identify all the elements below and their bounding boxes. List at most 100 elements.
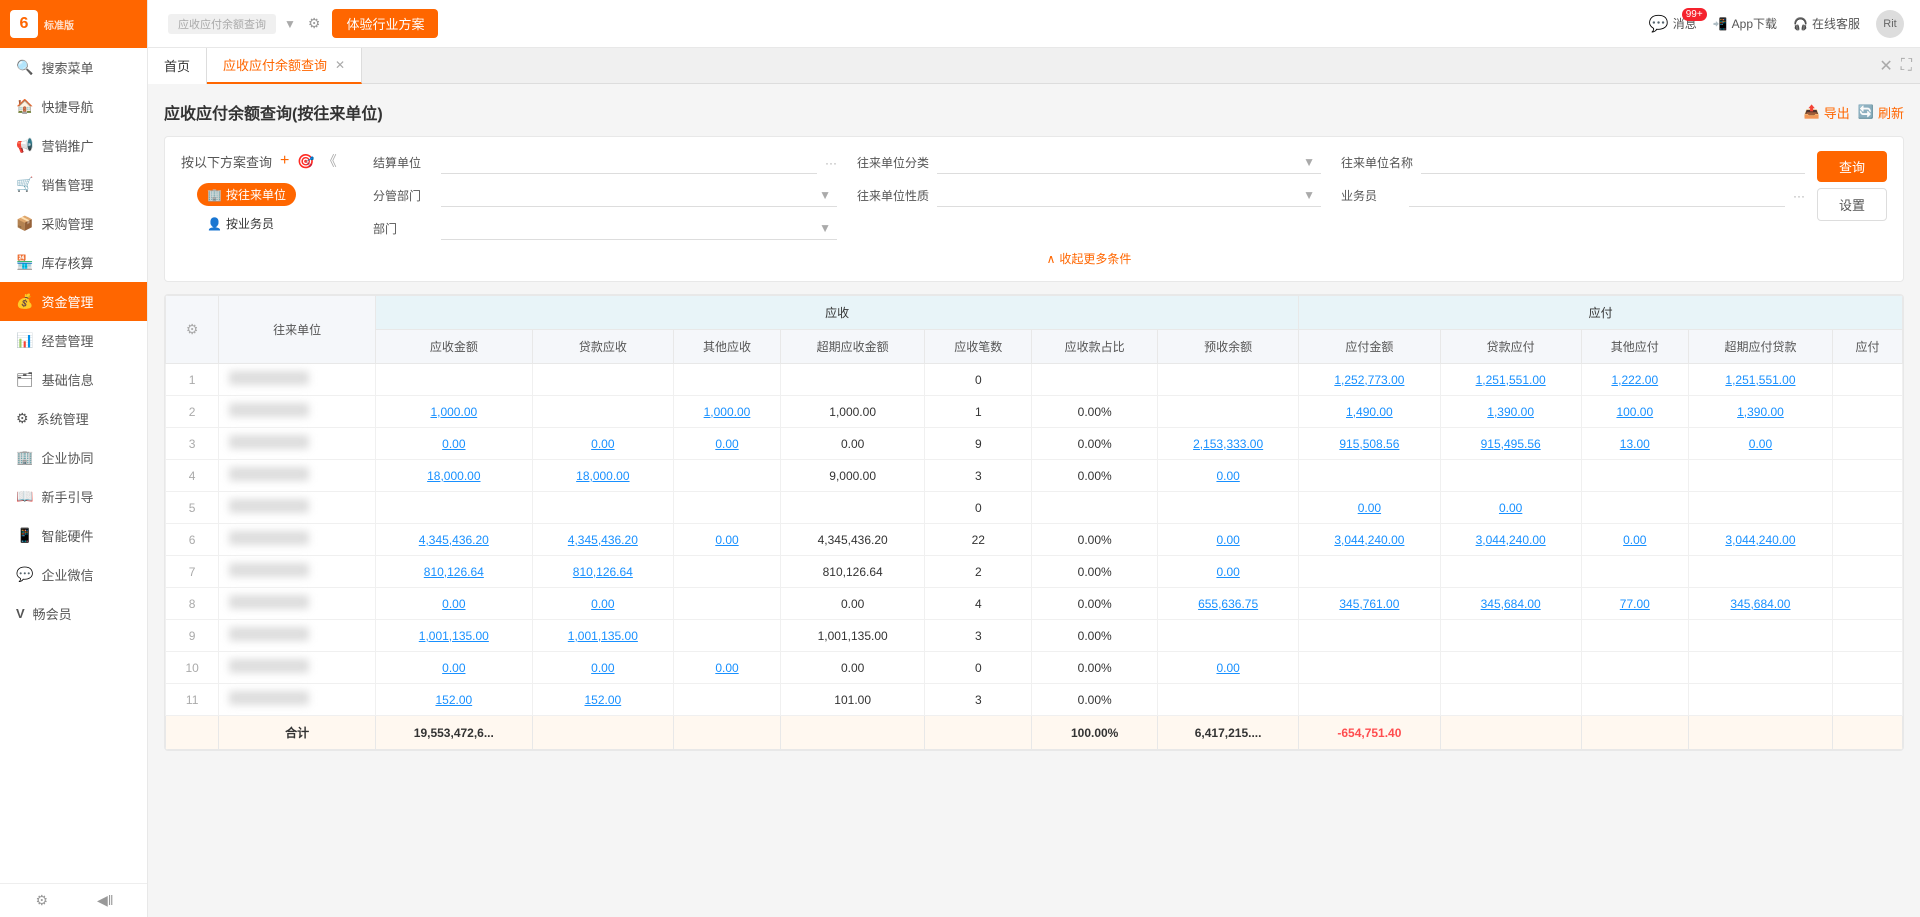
filter-settings-icon[interactable]: 🎯 xyxy=(297,153,314,170)
cell-cqyfdk[interactable]: 345,684.00 xyxy=(1688,588,1832,620)
setting-button[interactable]: 设置 xyxy=(1817,188,1887,221)
tab-close-window-icon[interactable]: ✕ xyxy=(1879,56,1892,76)
cell-dkys[interactable]: 1,001,135.00 xyxy=(532,620,673,652)
jsdw-dots-btn[interactable]: ··· xyxy=(825,156,837,170)
cell-yxye[interactable]: 2,153,333.00 xyxy=(1157,428,1298,460)
sidebar-item-vip[interactable]: V 畅会员 xyxy=(0,594,147,633)
scheme-by-partner[interactable]: 🏢 按往来单位 xyxy=(197,183,296,206)
ywy-dots-btn[interactable]: ··· xyxy=(1793,189,1805,203)
cell-ysjed[interactable]: 18,000.00 xyxy=(375,460,532,492)
tab-home[interactable]: 首页 xyxy=(148,48,207,84)
cell-yfje[interactable]: 0.00 xyxy=(1299,492,1440,524)
cell-dkyf[interactable]: 915,495.56 xyxy=(1440,428,1581,460)
cell-yfje[interactable]: 1,490.00 xyxy=(1299,396,1440,428)
cell-yfje[interactable]: 345,761.00 xyxy=(1299,588,1440,620)
cell-qtys[interactable]: 0.00 xyxy=(673,428,780,460)
sidebar-item-guide[interactable]: 📖 新手引导 xyxy=(0,477,147,516)
cell-yxye[interactable]: 0.00 xyxy=(1157,652,1298,684)
cell-qtys[interactable]: 0.00 xyxy=(673,652,780,684)
cell-dkys[interactable]: 4,345,436.20 xyxy=(532,524,673,556)
sidebar-collapse-btn[interactable]: ◀‖ xyxy=(74,892,138,909)
sidebar-item-search[interactable]: 🔍 搜索菜单 xyxy=(0,48,147,87)
select-lwdwxz[interactable]: ▼ xyxy=(937,184,1321,207)
collapse-button[interactable]: ∧ 收起更多条件 xyxy=(1047,250,1132,267)
cell-dkys[interactable]: 0.00 xyxy=(532,588,673,620)
tab-arbalance[interactable]: 应收应付余额查询 ✕ xyxy=(207,48,362,84)
cell-cqyfdk[interactable]: 1,390.00 xyxy=(1688,396,1832,428)
cell-dkyf[interactable]: 1,390.00 xyxy=(1440,396,1581,428)
cell-dkyf[interactable]: 345,684.00 xyxy=(1440,588,1581,620)
cell-ysjed[interactable]: 4,345,436.20 xyxy=(375,524,532,556)
sidebar-item-quicknav[interactable]: 🏠 快捷导航 xyxy=(0,87,147,126)
cell-dkyf[interactable]: 3,044,240.00 xyxy=(1440,524,1581,556)
cell-cqyfdk[interactable]: 3,044,240.00 xyxy=(1688,524,1832,556)
online-service-button[interactable]: 🎧 在线客服 xyxy=(1793,15,1860,32)
input-lwdwmc[interactable] xyxy=(1421,151,1805,174)
cell-dkys[interactable]: 18,000.00 xyxy=(532,460,673,492)
cell-qtys[interactable]: 1,000.00 xyxy=(673,396,780,428)
message-button[interactable]: 💬 消息 99+ xyxy=(1649,14,1697,34)
select-bm[interactable]: ▼ xyxy=(441,217,837,240)
input-jsdw[interactable] xyxy=(441,152,817,174)
sidebar-settings-btn[interactable]: ⚙ xyxy=(10,892,74,909)
select-fgbm[interactable]: ▼ xyxy=(441,184,837,207)
cell-ysjed[interactable]: 0.00 xyxy=(375,428,532,460)
cell-dkyf[interactable]: 0.00 xyxy=(1440,492,1581,524)
cell-ysjed[interactable]: 0.00 xyxy=(375,588,532,620)
cell-ysjed[interactable]: 1,001,135.00 xyxy=(375,620,532,652)
query-button[interactable]: 查询 xyxy=(1817,151,1887,182)
cell-ysjed[interactable]: 810,126.64 xyxy=(375,556,532,588)
footer-ysjed[interactable]: 19,553,472,6... xyxy=(375,716,532,750)
cell-ysjed[interactable]: 1,000.00 xyxy=(375,396,532,428)
refresh-button[interactable]: 🔄 刷新 xyxy=(1858,103,1904,122)
cell-dkyf[interactable]: 1,251,551.00 xyxy=(1440,364,1581,396)
cell-qtyf[interactable]: 77.00 xyxy=(1581,588,1688,620)
cell-qtyf[interactable]: 100.00 xyxy=(1581,396,1688,428)
sidebar-item-inventory[interactable]: 🏪 库存核算 xyxy=(0,243,147,282)
cell-qtyf[interactable]: 13.00 xyxy=(1581,428,1688,460)
cell-qtyf[interactable]: 0.00 xyxy=(1581,524,1688,556)
cell-qtys[interactable]: 0.00 xyxy=(673,524,780,556)
tab-fullscreen-icon[interactable]: ⛶ xyxy=(1901,57,1912,75)
col-settings-header[interactable]: ⚙ xyxy=(166,296,219,364)
cell-dkys[interactable]: 152.00 xyxy=(532,684,673,716)
cell-ysjed[interactable]: 0.00 xyxy=(375,652,532,684)
header-gear-icon[interactable]: ⚙ xyxy=(308,15,321,32)
scheme-by-salesperson[interactable]: 👤 按业务员 xyxy=(197,212,284,235)
sidebar-item-enterprise[interactable]: 🏢 企业协同 xyxy=(0,438,147,477)
input-ywy[interactable] xyxy=(1409,185,1785,207)
cell-yxye[interactable]: 0.00 xyxy=(1157,460,1298,492)
select-lwdwfl[interactable]: ▼ xyxy=(937,151,1321,174)
footer-yxye[interactable]: 6,417,215.... xyxy=(1157,716,1298,750)
avatar[interactable]: Rit xyxy=(1876,10,1904,38)
sidebar-item-hardware[interactable]: 📱 智能硬件 xyxy=(0,516,147,555)
sidebar-item-wechat[interactable]: 💬 企业微信 xyxy=(0,555,147,594)
sidebar-item-system[interactable]: ⚙ 系统管理 xyxy=(0,399,147,438)
cell-yxye[interactable]: 655,636.75 xyxy=(1157,588,1298,620)
solution-button[interactable]: 体验行业方案 xyxy=(332,9,438,38)
sidebar-item-sales[interactable]: 🛒 销售管理 xyxy=(0,165,147,204)
export-button[interactable]: 📤 导出 xyxy=(1804,103,1850,122)
cell-yxye[interactable]: 0.00 xyxy=(1157,556,1298,588)
sidebar-item-basic[interactable]: 🗂 基础信息 xyxy=(0,360,147,399)
cell-yfje[interactable]: 915,508.56 xyxy=(1299,428,1440,460)
sidebar-item-purchase[interactable]: 📦 采购管理 xyxy=(0,204,147,243)
app-download-button[interactable]: 📲 App下载 xyxy=(1713,15,1777,32)
sidebar-item-marketing[interactable]: 📢 营销推广 xyxy=(0,126,147,165)
cell-cqyfdk[interactable]: 0.00 xyxy=(1688,428,1832,460)
filter-add-btn[interactable]: + xyxy=(280,152,289,170)
filter-collapse-icon[interactable]: 《 xyxy=(323,151,337,171)
cell-yfje[interactable]: 3,044,240.00 xyxy=(1299,524,1440,556)
cell-yxye[interactable]: 0.00 xyxy=(1157,524,1298,556)
cell-ysjed[interactable]: 152.00 xyxy=(375,684,532,716)
cell-yfje[interactable]: 1,252,773.00 xyxy=(1299,364,1440,396)
sidebar-item-finance[interactable]: 💰 资金管理 xyxy=(0,282,147,321)
cell-qtyf[interactable]: 1,222.00 xyxy=(1581,364,1688,396)
cell-dkys[interactable]: 810,126.64 xyxy=(532,556,673,588)
cell-dkys[interactable]: 0.00 xyxy=(532,428,673,460)
sidebar-item-operations[interactable]: 📊 经营管理 xyxy=(0,321,147,360)
tab-close-icon[interactable]: ✕ xyxy=(335,58,345,72)
table-settings-icon[interactable]: ⚙ xyxy=(186,321,199,337)
cell-cqyfdk[interactable]: 1,251,551.00 xyxy=(1688,364,1832,396)
cell-dkys[interactable]: 0.00 xyxy=(532,652,673,684)
